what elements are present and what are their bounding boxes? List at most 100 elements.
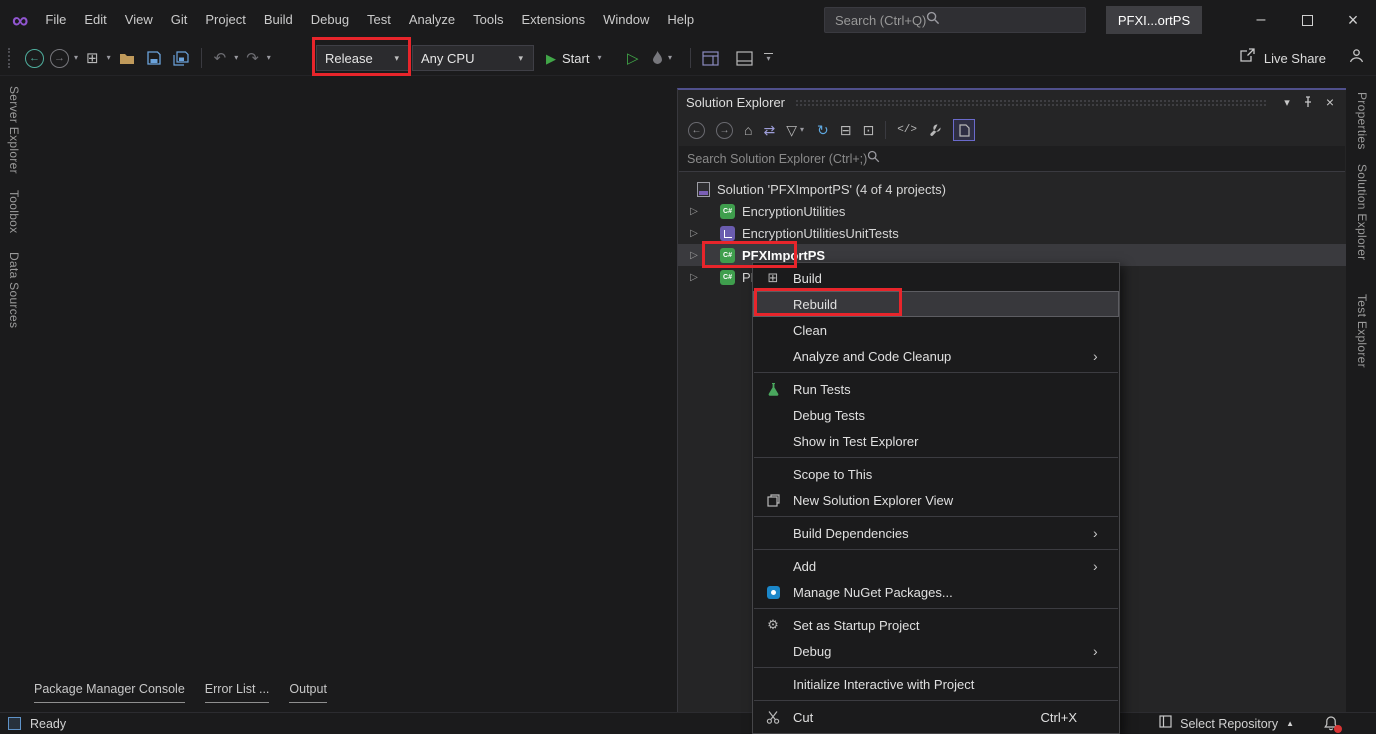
new-project-icon[interactable]: ⊞ [86,51,99,66]
tab-output[interactable]: Output [289,682,327,703]
menu-item-build[interactable]: ⊞ Build [753,265,1119,291]
menu-view[interactable]: View [116,0,162,40]
menu-git[interactable]: Git [162,0,197,40]
window-position-chevron-icon[interactable]: ▾ [1278,96,1296,109]
menu-item-initialize-interactive-with-project[interactable]: Initialize Interactive with Project [753,671,1119,697]
undo-icon[interactable]: ↶ [214,51,227,66]
menu-help[interactable]: Help [658,0,703,40]
menu-item-scope-to-this[interactable]: Scope to This [753,461,1119,487]
user-account-icon[interactable] [1349,48,1364,68]
chevron-down-icon[interactable]: ▾ [74,54,78,62]
start-debugging-button[interactable]: ▶ Start ▾ [546,40,603,76]
chevron-down-icon[interactable]: ▾ [267,54,271,62]
tab-package-manager-console[interactable]: Package Manager Console [34,682,185,703]
forward-icon[interactable]: → [716,122,733,139]
sidebar-tab-toolbox[interactable]: Toolbox [7,190,21,233]
tree-row-project-encryptionutilitiesunittests[interactable]: ▷ EncryptionUtilitiesUnitTests [678,222,1346,244]
solution-icon [697,182,710,197]
window-controls: – × [1238,0,1376,40]
menu-analyze[interactable]: Analyze [400,0,464,40]
live-share-icon[interactable] [1239,48,1255,68]
filter-icon[interactable]: ▽ [786,123,797,137]
menu-tools[interactable]: Tools [464,0,512,40]
menu-item-set-as-startup-project[interactable]: ⚙ Set as Startup Project [753,612,1119,638]
home-icon[interactable]: ⌂ [744,123,752,137]
properties-window-toolbar-icon[interactable] [736,40,753,76]
menu-file[interactable]: File [36,0,75,40]
sidebar-tab-solution-explorer[interactable]: Solution Explorer [1355,164,1369,260]
solution-explorer-search-input[interactable]: Search Solution Explorer (Ctrl+;) [679,146,1345,172]
tree-row-project-encryptionutilities[interactable]: ▷ C# EncryptionUtilities [678,200,1346,222]
sidebar-tab-test-explorer[interactable]: Test Explorer [1355,294,1369,368]
menu-window[interactable]: Window [594,0,658,40]
caret-up-icon[interactable]: ▲ [1286,719,1294,728]
menu-item-new-solution-explorer-view[interactable]: New Solution Explorer View [753,487,1119,513]
menu-item-manage-nuget-packages[interactable]: Manage NuGet Packages... [753,579,1119,605]
select-repository-button[interactable]: Select Repository [1180,717,1278,731]
save-all-icon[interactable] [173,51,189,66]
start-without-debugging-icon[interactable]: ▷ [627,40,639,76]
menu-edit[interactable]: Edit [75,0,115,40]
refresh-icon[interactable]: ↻ [817,123,829,137]
menu-debug[interactable]: Debug [302,0,358,40]
menu-item-show-in-test-explorer[interactable]: Show in Test Explorer [753,428,1119,454]
visual-studio-window: ∞ File Edit View Git Project Build Debug… [0,0,1376,734]
toolbar-grip[interactable] [8,48,12,68]
back-icon[interactable]: ← [688,122,705,139]
tree-row-solution[interactable]: Solution 'PFXImportPS' (4 of 4 projects) [678,178,1346,200]
open-file-icon[interactable] [119,52,135,65]
menu-item-rebuild[interactable]: Rebuild [753,291,1119,317]
menu-item-cut[interactable]: Cut Ctrl+X [753,704,1119,730]
sidebar-tab-data-sources[interactable]: Data Sources [7,252,21,328]
expander-icon[interactable]: ▷ [688,272,700,283]
solution-platform-dropdown[interactable]: Any CPU ▾ [412,45,534,71]
sidebar-tab-properties[interactable]: Properties [1355,92,1369,150]
expander-icon[interactable]: ▷ [688,206,700,217]
chevron-down-icon[interactable]: ▾ [107,54,111,62]
solution-configuration-dropdown[interactable]: Release ▾ [316,45,410,71]
menu-item-debug[interactable]: Debug › [753,638,1119,664]
close-button[interactable]: × [1330,0,1376,40]
menu-item-clean[interactable]: Clean [753,317,1119,343]
toolbar-options-overflow[interactable]: ▾ [764,40,773,76]
window-title: PFXI...ortPS [1106,6,1202,34]
view-code-icon[interactable]: </> [897,125,917,136]
maximize-button[interactable] [1284,0,1330,40]
chevron-down-icon[interactable]: ▾ [234,54,238,62]
save-icon[interactable] [147,51,161,65]
tab-error-list[interactable]: Error List ... [205,682,270,703]
notifications-button[interactable] [1324,716,1338,731]
hot-reload-button[interactable]: ▾ [652,40,674,76]
menu-item-add[interactable]: Add › [753,553,1119,579]
collapse-all-icon[interactable]: ⊟ [840,123,852,137]
sidebar-tab-server-explorer[interactable]: Server Explorer [7,86,21,174]
expander-icon[interactable]: ▷ [688,228,700,239]
quick-search-box[interactable]: Search (Ctrl+Q) [824,7,1086,33]
navigate-backward-icon[interactable]: ← [25,49,44,68]
navigate-forward-icon[interactable]: → [50,49,69,68]
preview-selected-items-icon[interactable] [953,119,975,141]
minimize-button[interactable]: – [1238,0,1284,40]
pin-icon[interactable] [1296,96,1320,108]
panel-drag-handle[interactable] [795,99,1268,108]
menu-item-build-dependencies[interactable]: Build Dependencies › [753,520,1119,546]
menu-build[interactable]: Build [255,0,302,40]
close-panel-icon[interactable]: × [1320,94,1340,110]
background-tasks-icon[interactable] [8,717,21,730]
menu-item-debug-tests[interactable]: Debug Tests [753,402,1119,428]
menu-extensions[interactable]: Extensions [513,0,595,40]
menu-test[interactable]: Test [358,0,400,40]
menu-item-run-tests[interactable]: Run Tests [753,376,1119,402]
search-icon [867,150,880,168]
show-all-files-icon[interactable]: ⊡ [862,123,874,137]
expander-icon[interactable]: ▷ [688,250,700,261]
solution-explorer-toolbar-icon[interactable] [702,40,719,76]
redo-icon[interactable]: ↷ [246,51,259,66]
chevron-down-icon[interactable]: ▾ [800,126,804,134]
menu-item-label: Debug Tests [793,408,1119,423]
properties-wrench-icon[interactable] [928,123,942,137]
menu-item-analyze-and-code-cleanup[interactable]: Analyze and Code Cleanup › [753,343,1119,369]
sync-with-active-document-icon[interactable]: ⇄ [763,123,775,137]
live-share-label[interactable]: Live Share [1264,51,1326,66]
menu-project[interactable]: Project [196,0,254,40]
